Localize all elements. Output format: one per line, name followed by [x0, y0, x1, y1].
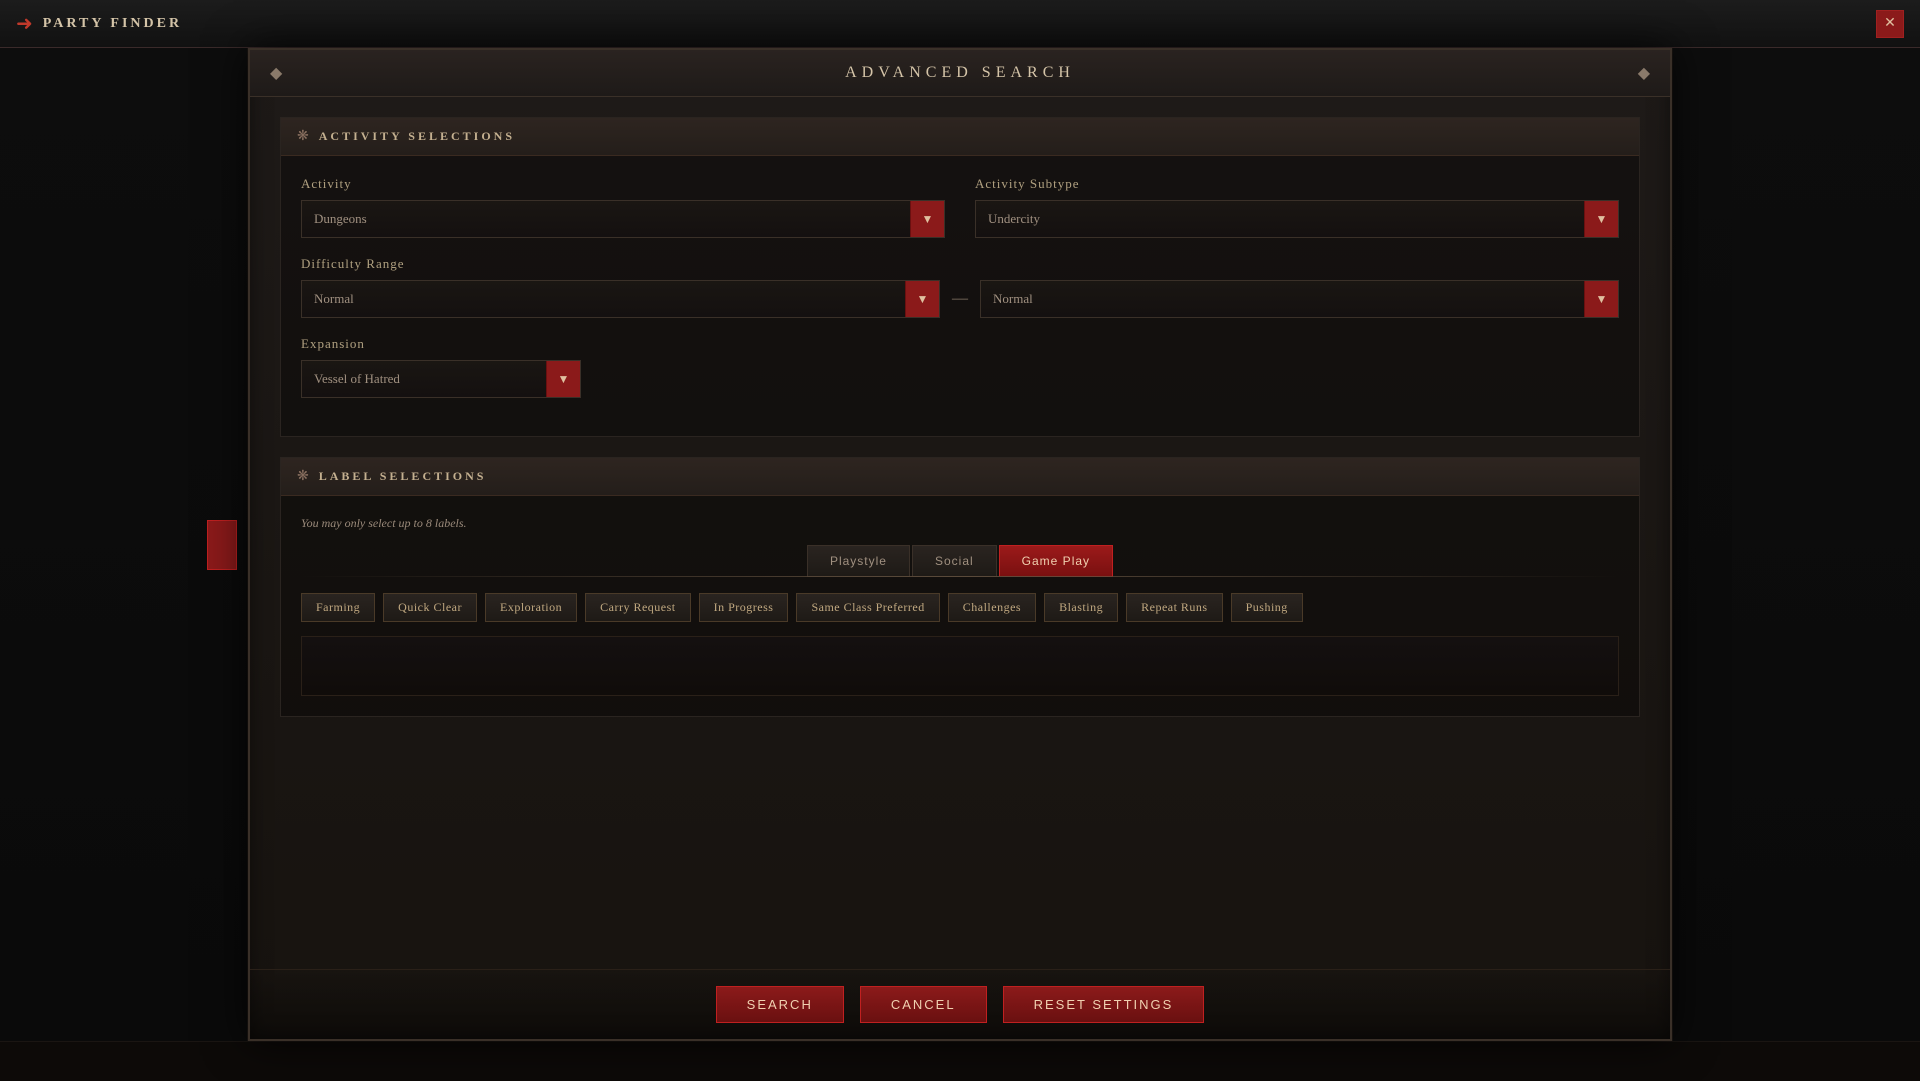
activity-section-header: ❋ ACTIVITY SELECTIONS — [281, 118, 1639, 156]
side-panel-left — [0, 48, 248, 1041]
difficulty-range-group: Difficulty Range Normal ▼ — Normal ▼ — [301, 256, 1619, 318]
header-diamond-left: ◆ — [270, 63, 282, 83]
search-button[interactable]: Search — [716, 986, 844, 1023]
label-section-header: ❋ LABEL SELECTIONS — [281, 458, 1639, 496]
activity-dropdown-arrow[interactable]: ▼ — [910, 201, 944, 237]
dialog-content: ❋ ACTIVITY SELECTIONS Activity Dungeons … — [250, 97, 1670, 757]
expansion-dropdown[interactable]: Vessel of Hatred ▼ — [301, 360, 581, 398]
advanced-search-dialog: ◆ ADVANCED SEARCH ◆ ❋ ACTIVITY SELECTION… — [248, 48, 1672, 1041]
difficulty-range-label: Difficulty Range — [301, 256, 1619, 272]
label-tag-repeat-runs[interactable]: Repeat Runs — [1126, 593, 1223, 622]
activity-group: Activity Dungeons ▼ — [301, 176, 945, 238]
tab-playstyle[interactable]: Playstyle — [807, 545, 910, 577]
activity-subtype-group: Activity Subtype Undercity ▼ — [975, 176, 1619, 238]
header-diamond-right: ◆ — [1638, 63, 1650, 83]
side-panel-right — [1672, 48, 1920, 1041]
difficulty-from-text: Normal — [302, 291, 905, 307]
label-tag-exploration[interactable]: Exploration — [485, 593, 577, 622]
activity-section-title: ACTIVITY SELECTIONS — [319, 129, 515, 144]
difficulty-row: Difficulty Range Normal ▼ — Normal ▼ — [301, 256, 1619, 318]
activity-label: Activity — [301, 176, 945, 192]
activity-section-icon: ❋ — [297, 128, 309, 145]
close-button[interactable]: ✕ — [1876, 10, 1904, 38]
dialog-footer: Search Cancel Reset Settings — [250, 969, 1670, 1039]
cancel-button[interactable]: Cancel — [860, 986, 987, 1023]
label-tag-blasting[interactable]: Blasting — [1044, 593, 1118, 622]
difficulty-range-controls: Normal ▼ — Normal ▼ — [301, 280, 1619, 318]
reset-settings-button[interactable]: Reset Settings — [1003, 986, 1205, 1023]
label-tag-farming[interactable]: Farming — [301, 593, 375, 622]
label-tag-in-progress[interactable]: In Progress — [699, 593, 789, 622]
activity-section-body: Activity Dungeons ▼ Activity Subtype Und… — [281, 156, 1639, 436]
label-tag-carry-request[interactable]: Carry Request — [585, 593, 690, 622]
difficulty-from-dropdown[interactable]: Normal ▼ — [301, 280, 940, 318]
range-separator: — — [952, 290, 968, 308]
dialog-title: ADVANCED SEARCH — [845, 64, 1075, 82]
label-tag-pushing[interactable]: Pushing — [1231, 593, 1303, 622]
difficulty-to-dropdown[interactable]: Normal ▼ — [980, 280, 1619, 318]
activity-subtype-label: Activity Subtype — [975, 176, 1619, 192]
label-section-icon: ❋ — [297, 468, 309, 485]
activity-subtype-dropdown[interactable]: Undercity ▼ — [975, 200, 1619, 238]
activity-selections-section: ❋ ACTIVITY SELECTIONS Activity Dungeons … — [280, 117, 1640, 437]
tab-social[interactable]: Social — [912, 545, 997, 577]
expansion-label: Expansion — [301, 336, 581, 352]
activity-row: Activity Dungeons ▼ Activity Subtype Und… — [301, 176, 1619, 238]
activity-subtype-dropdown-text: Undercity — [976, 211, 1584, 227]
label-notes-area[interactable] — [301, 636, 1619, 696]
label-section-body: You may only select up to 8 labels. Play… — [281, 496, 1639, 716]
label-section-title: LABEL SELECTIONS — [319, 469, 487, 484]
difficulty-to-text: Normal — [981, 291, 1584, 307]
bottom-bar — [0, 1041, 1920, 1081]
expansion-dropdown-text: Vessel of Hatred — [302, 371, 546, 387]
label-tag-quick-clear[interactable]: Quick Clear — [383, 593, 477, 622]
label-tag-challenges[interactable]: Challenges — [948, 593, 1036, 622]
tab-gameplay[interactable]: Game Play — [999, 545, 1113, 577]
label-tabs: Playstyle Social Game Play — [301, 545, 1619, 577]
dialog-header: ◆ ADVANCED SEARCH ◆ — [250, 50, 1670, 97]
label-info-text: You may only select up to 8 labels. — [301, 516, 1619, 531]
expansion-dropdown-arrow[interactable]: ▼ — [546, 361, 580, 397]
expansion-row: Expansion Vessel of Hatred ▼ — [301, 336, 1619, 398]
label-tag-same-class[interactable]: Same Class Preferred — [796, 593, 939, 622]
title-bar: ➜ PARTY FINDER ✕ — [0, 0, 1920, 48]
difficulty-from-arrow[interactable]: ▼ — [905, 281, 939, 317]
activity-dropdown[interactable]: Dungeons ▼ — [301, 200, 945, 238]
expansion-group: Expansion Vessel of Hatred ▼ — [301, 336, 581, 398]
labels-container: Farming Quick Clear Exploration Carry Re… — [301, 593, 1619, 622]
party-finder-arrow-icon: ➜ — [16, 11, 33, 36]
label-selections-section: ❋ LABEL SELECTIONS You may only select u… — [280, 457, 1640, 717]
difficulty-to-arrow[interactable]: ▼ — [1584, 281, 1618, 317]
title-bar-title: PARTY FINDER — [43, 16, 182, 32]
side-accent-left — [207, 520, 237, 570]
activity-dropdown-text: Dungeons — [302, 211, 910, 227]
activity-subtype-dropdown-arrow[interactable]: ▼ — [1584, 201, 1618, 237]
